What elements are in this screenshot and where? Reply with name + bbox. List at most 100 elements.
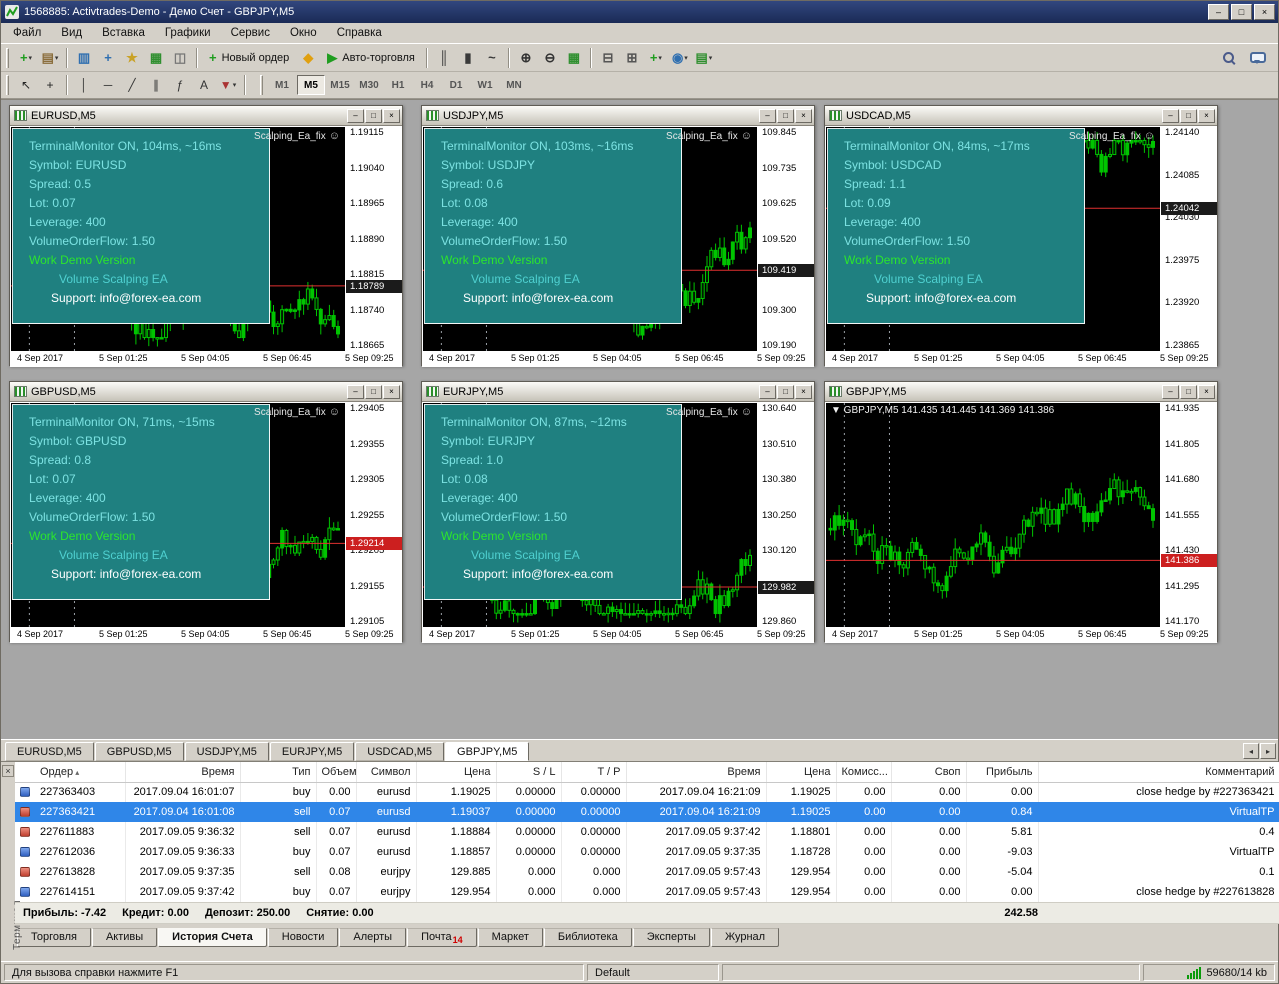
toolbar-grip[interactable] [6,47,9,68]
column-header[interactable]: Комисс... [836,762,892,783]
channel-icon[interactable]: ∥ [144,74,168,96]
metaeditor-icon[interactable]: ◆ [296,47,320,69]
chart-tab-usdjpy[interactable]: USDJPY,M5 [184,742,269,761]
terminal-close-icon[interactable]: × [2,765,14,777]
history-row[interactable]: 227614151 2017.09.05 9:37:42 buy 0.07 eurjpy… [15,882,1279,902]
terminal-tab-journal[interactable]: Журнал [710,928,780,947]
timeframe-d1[interactable]: D1 [442,75,470,95]
table-header-row[interactable]: Ордер ▴ Время Тип Объем Символ Цена S / LT / P… [15,762,1279,783]
new-chart-icon[interactable]: + ▾ [14,47,38,69]
chart-titlebar[interactable]: EURJPY,M5 – □ × [422,382,814,401]
chart-restore-button[interactable]: □ [777,108,794,123]
templates-icon[interactable]: ▤ ▾ [692,47,716,69]
timeframe-h4[interactable]: H4 [413,75,441,95]
timeframe-m30[interactable]: M30 [355,75,383,95]
chat-icon[interactable] [1250,52,1266,64]
trendline-icon[interactable]: ╱ [120,74,144,96]
cursor-icon[interactable]: ↖ [14,74,38,96]
chart-close-button[interactable]: × [1198,384,1215,399]
fibonacci-icon[interactable]: ƒ [168,74,192,96]
candlestick-chart-icon[interactable]: ▮ [456,47,480,69]
history-row[interactable]: 227612036 2017.09.05 9:36:33 buy 0.07 eurusd… [15,842,1279,862]
column-header[interactable]: Тип [240,762,317,783]
chart-minimize-button[interactable]: – [1162,108,1179,123]
zoom-out-icon[interactable]: ⊖ [538,47,562,69]
close-button[interactable]: × [1254,4,1275,20]
text-label-icon[interactable]: A [192,74,216,96]
column-header[interactable]: Символ [356,762,417,783]
column-header[interactable]: Объем [316,762,357,783]
chart-minimize-button[interactable]: – [1162,384,1179,399]
chart-minimize-button[interactable]: – [347,384,364,399]
menu-item-view[interactable]: Вид [51,23,92,43]
autotrade-button[interactable]: ▶ Авто-торговля [320,47,422,69]
data-window-icon[interactable]: + [96,47,120,69]
chart-close-button[interactable]: × [1198,108,1215,123]
chart-tab-gbpusd[interactable]: GBPUSD,M5 [94,742,184,761]
chart-titlebar[interactable]: USDJPY,M5 – □ × [422,106,814,125]
profiles-icon[interactable]: ▤ ▾ [38,47,62,69]
chart-restore-button[interactable]: □ [365,384,382,399]
tile-windows-icon[interactable]: ▦ [562,47,586,69]
chart-close-button[interactable]: × [383,108,400,123]
terminal-tab-account-history[interactable]: История Счета [158,928,267,947]
column-header[interactable]: Ордер ▴ [35,762,126,783]
navigator-icon[interactable]: ★ [120,47,144,69]
column-header[interactable]: T / P [561,762,627,783]
line-chart-icon[interactable]: ~ [480,47,504,69]
timeframe-mn[interactable]: MN [500,75,528,95]
arrows-icon[interactable]: ▼ ▾ [216,74,240,96]
chart-close-button[interactable]: × [383,384,400,399]
timeframe-m5[interactable]: M5 [297,75,325,95]
scroll-right-icon[interactable]: ▸ [1260,743,1276,759]
restore-button[interactable]: □ [1231,4,1252,20]
zoom-in-icon[interactable]: ⊕ [514,47,538,69]
menu-item-file[interactable]: Файл [3,23,51,43]
toolbar-grip[interactable] [6,75,9,95]
chart-close-button[interactable]: × [795,384,812,399]
search-icon[interactable] [1222,51,1236,65]
column-header[interactable]: Комментарий [1038,762,1279,783]
chart-restore-button[interactable]: □ [1180,384,1197,399]
chart-canvas[interactable] [826,403,1160,627]
terminal-tab-alerts[interactable]: Алерты [339,928,407,947]
status-profile[interactable]: Default [587,964,719,981]
menu-item-insert[interactable]: Вставка [92,23,155,43]
column-header[interactable]: Цена [416,762,497,783]
vertical-line-icon[interactable]: │ [72,74,96,96]
chart-restore-button[interactable]: □ [777,384,794,399]
column-header[interactable]: Своп [891,762,967,783]
chart-minimize-button[interactable]: – [347,108,364,123]
timeframe-m1[interactable]: M1 [268,75,296,95]
chart-titlebar[interactable]: GBPUSD,M5 – □ × [10,382,402,401]
column-header[interactable]: Время [125,762,241,783]
column-header[interactable]: S / L [496,762,562,783]
timeframe-m15[interactable]: M15 [326,75,354,95]
crosshair-icon[interactable]: + [38,74,62,96]
terminal-tab-library[interactable]: Библиотека [543,928,632,947]
terminal-tab-experts[interactable]: Эксперты [632,928,710,947]
column-header[interactable]: Время [626,762,767,783]
chart-tab-eurusd[interactable]: EURUSD,M5 [5,742,94,761]
chart-titlebar[interactable]: USDCAD,M5 – □ × [825,106,1217,125]
market-watch-icon[interactable]: ▥ [72,47,96,69]
column-header[interactable]: Прибыль [966,762,1039,783]
history-row[interactable]: 227611883 2017.09.05 9:36:32 sell 0.07 eurus… [15,822,1279,842]
terminal-tab-mail[interactable]: Почта 14 [407,928,477,947]
timeframe-w1[interactable]: W1 [471,75,499,95]
column-header[interactable]: Цена [766,762,837,783]
terminal-tab-market[interactable]: Маркет [477,928,543,947]
periods-icon[interactable]: ◉ ▾ [668,47,692,69]
bar-chart-icon[interactable]: ║ [432,47,456,69]
menu-item-help[interactable]: Справка [327,23,392,43]
horizontal-line-icon[interactable]: ─ [96,74,120,96]
terminal-tab-trade[interactable]: Торговля [17,928,91,947]
cascade-windows-icon[interactable]: ⊟ [596,47,620,69]
timeframe-h1[interactable]: H1 [384,75,412,95]
toolbar-grip[interactable] [260,75,263,95]
new-order-button[interactable]: + Новый ордер [202,47,296,69]
chart-tab-usdcad[interactable]: USDCAD,M5 [355,742,445,761]
terminal-tab-assets[interactable]: Активы [91,928,158,947]
chart-titlebar[interactable]: GBPJPY,M5 – □ × [825,382,1217,401]
history-row[interactable]: 227363421 2017.09.04 16:01:08 sell 0.07 euru… [15,802,1279,822]
